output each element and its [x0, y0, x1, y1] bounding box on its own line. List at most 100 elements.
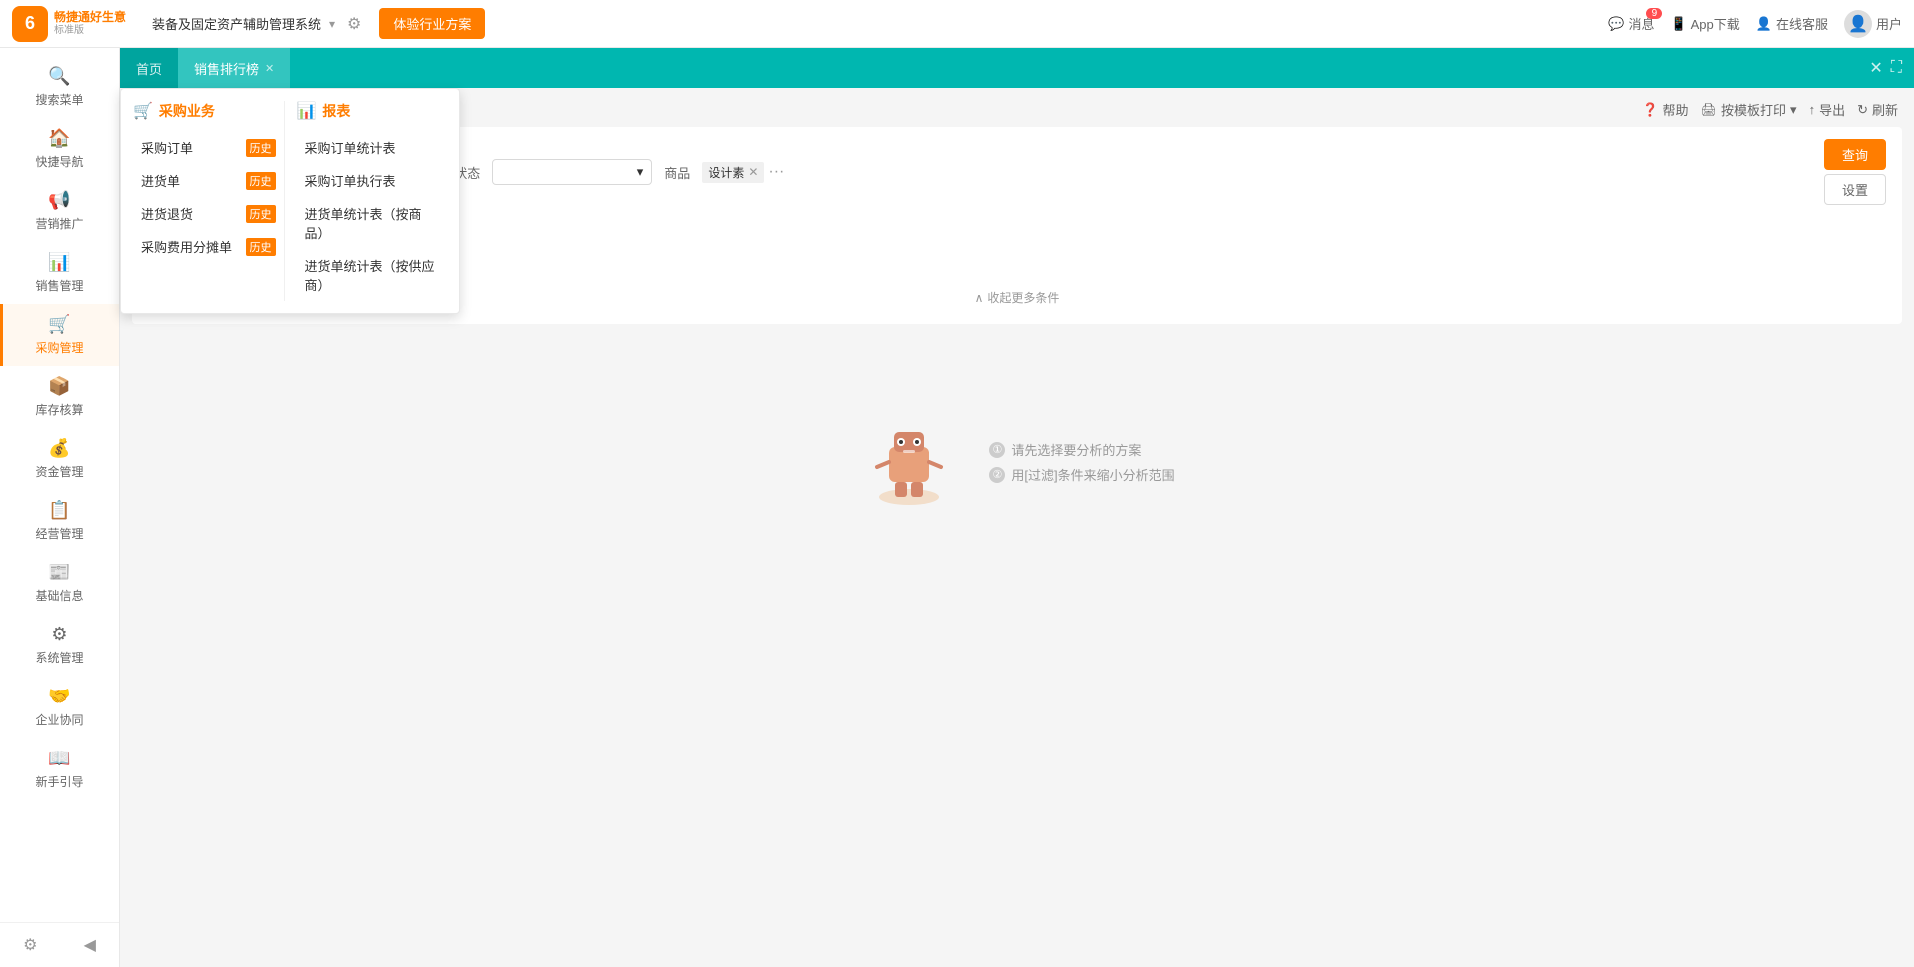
message-action[interactable]: 💬 消息 9: [1608, 14, 1654, 33]
tip1-text: 请先选择要分析的方案: [1011, 440, 1141, 459]
collapse-sidebar-icon[interactable]: ◀: [84, 935, 96, 955]
purchase-section-title: 采购业务: [159, 101, 215, 121]
purchase-order-label: 采购订单: [141, 138, 193, 157]
sidebar-label-inventory: 库存核算: [35, 401, 83, 418]
sidebar-item-operation[interactable]: 📋 经营管理: [0, 490, 119, 552]
goods-tag-text: 设计素: [708, 164, 744, 181]
tip1-num: ①: [989, 442, 1005, 458]
purchase-icon: 🛒: [48, 314, 70, 335]
sidebar-item-purchase[interactable]: 🛒 采购管理: [0, 304, 119, 366]
menu-item-purchase-expense[interactable]: 采购费用分摊单 历史: [133, 230, 284, 263]
sidebar-item-finance[interactable]: 💰 资金管理: [0, 428, 119, 490]
sidebar-label-finance: 资金管理: [35, 463, 83, 480]
goods-receipt-label: 进货单: [141, 171, 180, 190]
system-title: 装备及固定资产辅助管理系统: [152, 14, 321, 33]
empty-tips: ① 请先选择要分析的方案 ② 用[过滤]条件来缩小分析范围: [989, 440, 1174, 484]
goods-tag-close-icon[interactable]: ✕: [748, 165, 758, 179]
sidebar-bottom: ⚙ ◀: [0, 922, 119, 967]
system-icon: ⚙: [51, 624, 67, 645]
menu-item-goods-receipt[interactable]: 进货单 历史: [133, 164, 284, 197]
coop-icon: 🤝: [48, 686, 70, 707]
app-download-action[interactable]: 📱 App下载: [1670, 14, 1739, 33]
inventory-icon: 📦: [48, 376, 70, 397]
export-icon: ↑: [1809, 102, 1816, 117]
message-badge: 9: [1646, 8, 1662, 19]
sidebar-label-guide: 新手引导: [35, 773, 83, 790]
receipt-stats-supplier-label: 进货单统计表（按供应商）: [305, 256, 440, 294]
report-section-title: 报表: [322, 101, 350, 121]
menu-item-goods-return[interactable]: 进货退货 历史: [133, 197, 284, 230]
logo-sub: 标准版: [54, 25, 126, 37]
help-btn[interactable]: ❓ 帮助: [1642, 100, 1688, 119]
doc-status-dropdown-icon: ▾: [637, 164, 644, 180]
print-icon: 🖨: [1701, 102, 1718, 118]
tab-maximize-icon[interactable]: ⛶: [1891, 59, 1902, 77]
tip2-text: 用[过滤]条件来缩小分析范围: [1011, 465, 1174, 484]
purchase-section-header: 🛒 采购业务: [133, 101, 284, 121]
sidebar-item-marketing[interactable]: 📢 营销推广: [0, 180, 119, 242]
menu-item-receipt-stats-goods[interactable]: 进货单统计表（按商品）: [297, 197, 448, 249]
logo-main: 畅捷通好生意: [54, 10, 126, 24]
tab-close-icon[interactable]: ✕: [265, 62, 274, 75]
tab-home-label: 首页: [136, 59, 162, 78]
purchase-dropdown-menu: 🛒 采购业务 采购订单 历史 进货单 历史 进货退货 历史 采购费用分摊单 历史: [120, 88, 460, 314]
system-gear-icon[interactable]: ⚙: [347, 14, 361, 34]
sidebar-item-sales[interactable]: 📊 销售管理: [0, 242, 119, 304]
tab-sales-rank[interactable]: 销售排行榜 ✕: [178, 48, 290, 88]
print-dropdown-icon[interactable]: ▾: [1790, 102, 1797, 118]
phone-icon: 📱: [1670, 16, 1686, 32]
sidebar-item-coop[interactable]: 🤝 企业协同: [0, 676, 119, 738]
refresh-btn[interactable]: ↻ 刷新: [1857, 100, 1898, 119]
home-icon: 🏠: [48, 128, 70, 149]
menu-item-order-stats[interactable]: 采购订单统计表: [297, 131, 448, 164]
tab-close-window-icon[interactable]: ✕: [1869, 58, 1882, 78]
sidebar-item-quick-nav[interactable]: 🏠 快捷导航: [0, 118, 119, 180]
help-icon: ❓: [1642, 102, 1658, 118]
print-btn[interactable]: 🖨 按模板打印 ▾: [1701, 100, 1797, 119]
tab-bar-right: ✕ ⛶: [1869, 58, 1914, 78]
query-button[interactable]: 查询: [1824, 139, 1886, 170]
goods-label: 商品: [664, 163, 690, 182]
sidebar-label-system: 系统管理: [35, 649, 83, 666]
finance-icon: 💰: [48, 438, 70, 459]
export-btn[interactable]: ↑ 导出: [1809, 100, 1846, 119]
online-service-action[interactable]: 👤 在线客服: [1756, 14, 1828, 33]
user-avatar: 👤: [1844, 10, 1872, 38]
sidebar-label-search: 搜索菜单: [35, 91, 83, 108]
sidebar-item-inventory[interactable]: 📦 库存核算: [0, 366, 119, 428]
top-header: 6 畅捷通好生意 标准版 装备及固定资产辅助管理系统 ▾ ⚙ 体验行业方案 💬 …: [0, 0, 1914, 48]
settings-bottom-icon[interactable]: ⚙: [23, 935, 37, 955]
system-dropdown-icon[interactable]: ▾: [329, 17, 335, 31]
menu-item-receipt-stats-supplier[interactable]: 进货单统计表（按供应商）: [297, 249, 448, 301]
setting-button[interactable]: 设置: [1824, 174, 1886, 205]
tip2-num: ②: [989, 467, 1005, 483]
doc-status-select[interactable]: ▾: [492, 159, 652, 185]
purchase-expense-history: 历史: [246, 238, 276, 256]
help-label: 帮助: [1662, 100, 1688, 119]
report-section-icon: 📊: [297, 101, 317, 121]
goods-receipt-history: 历史: [246, 172, 276, 190]
logo-icon: 6: [12, 6, 48, 42]
active-bar: [0, 304, 3, 366]
sidebar-item-guide[interactable]: 📖 新手引导: [0, 738, 119, 800]
sidebar-item-basic[interactable]: 📰 基础信息: [0, 552, 119, 614]
sidebar-item-search[interactable]: 🔍 搜索菜单: [0, 56, 119, 118]
menu-item-order-exec[interactable]: 采购订单执行表: [297, 164, 448, 197]
sidebar-label-purchase: 采购管理: [35, 339, 83, 356]
user-action[interactable]: 👤 用户: [1844, 10, 1902, 38]
report-section: 📊 报表 采购订单统计表 采购订单执行表 进货单统计表（按商品） 进货单统计表（…: [284, 101, 448, 301]
goods-more-btn[interactable]: ···: [768, 163, 784, 181]
sidebar-item-system[interactable]: ⚙ 系统管理: [0, 614, 119, 676]
guide-icon: 📖: [48, 748, 70, 769]
menu-item-purchase-order[interactable]: 采购订单 历史: [133, 131, 284, 164]
industry-btn[interactable]: 体验行业方案: [379, 8, 485, 39]
tab-bar: 首页 销售排行榜 ✕ ✕ ⛶: [120, 48, 1914, 88]
sidebar: 🔍 搜索菜单 🏠 快捷导航 📢 营销推广 📊 销售管理 🛒 采购管理 📦 库存核…: [0, 48, 120, 967]
collapse-label: 收起更多条件: [987, 289, 1059, 306]
header-right: 💬 消息 9 📱 App下载 👤 在线客服 👤 用户: [1608, 10, 1902, 38]
empty-tip-2: ② 用[过滤]条件来缩小分析范围: [989, 465, 1174, 484]
tab-home[interactable]: 首页: [120, 48, 178, 88]
refresh-icon: ↻: [1857, 102, 1868, 118]
operation-icon: 📋: [48, 500, 70, 521]
message-icon: 💬: [1608, 16, 1624, 32]
